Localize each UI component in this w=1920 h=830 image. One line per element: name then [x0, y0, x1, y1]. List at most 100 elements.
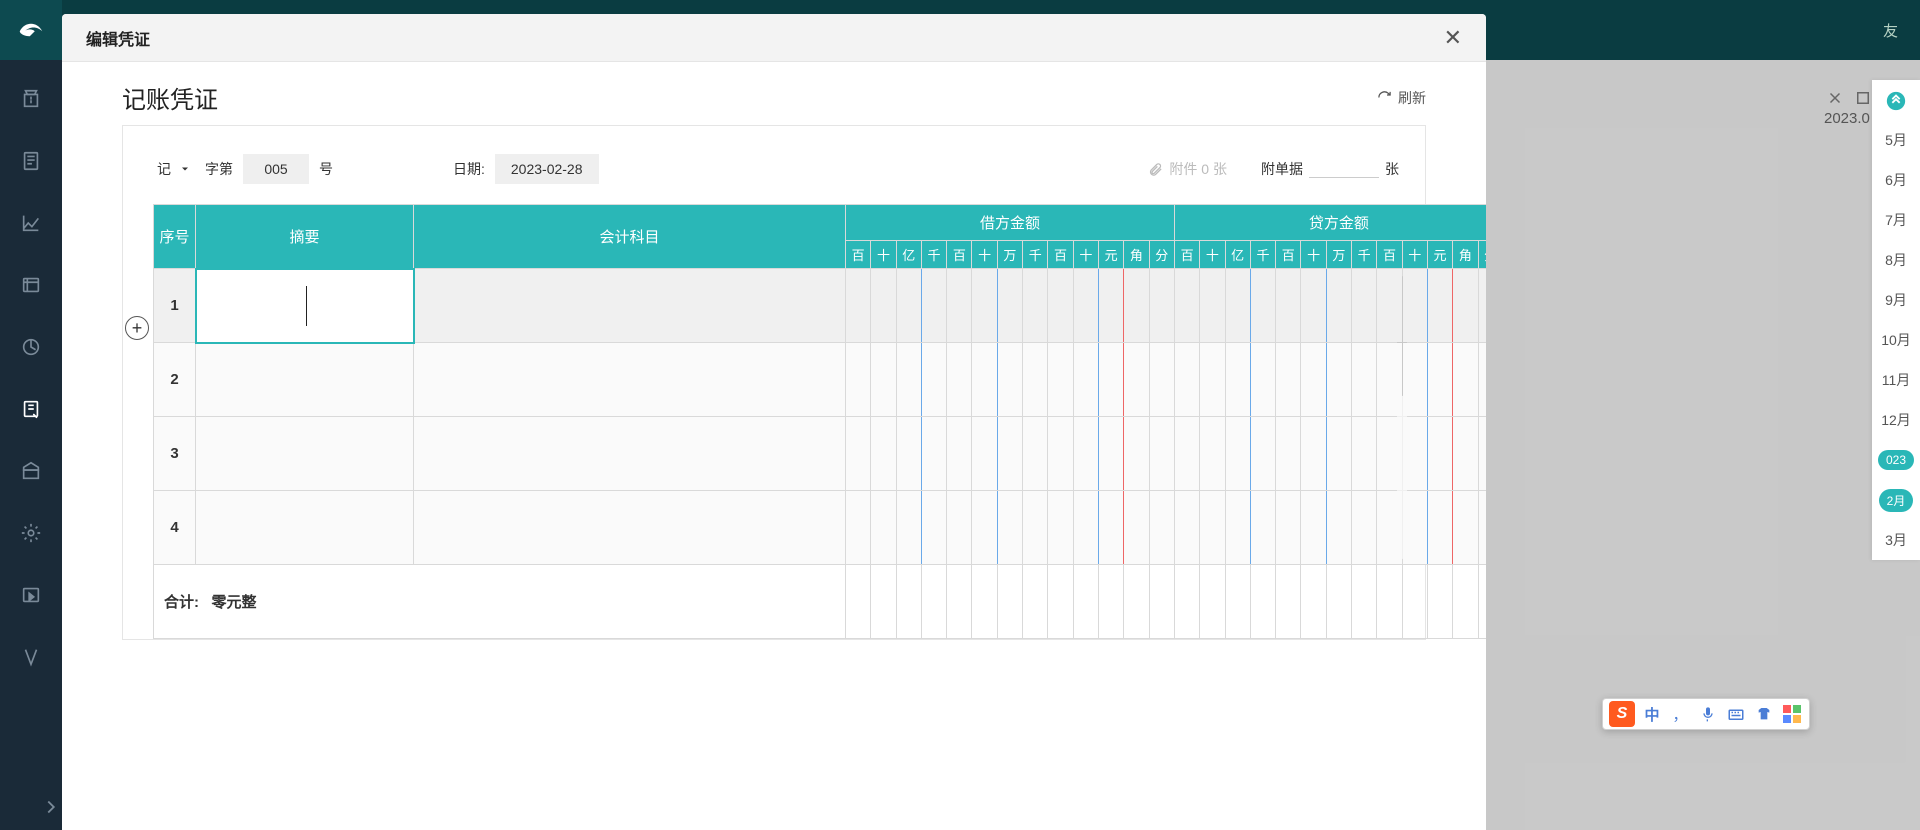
cell-credit-digit[interactable]: [1377, 343, 1402, 417]
sidebar-icon-5[interactable]: [20, 336, 42, 358]
cell-credit-digit[interactable]: [1402, 269, 1427, 343]
refresh-button[interactable]: 刷新: [1377, 88, 1426, 108]
cell-credit-digit[interactable]: [1352, 269, 1377, 343]
cell-credit-digit[interactable]: [1174, 343, 1199, 417]
cell-credit-digit[interactable]: [1427, 491, 1452, 565]
cell-credit-digit[interactable]: [1250, 269, 1275, 343]
cell-credit-digit[interactable]: [1478, 269, 1486, 343]
cell-debit-digit[interactable]: [972, 491, 997, 565]
cell-credit-digit[interactable]: [1200, 491, 1225, 565]
cell-debit-digit[interactable]: [1048, 491, 1073, 565]
cell-subject[interactable]: [414, 491, 846, 565]
cell-credit-digit[interactable]: [1301, 343, 1326, 417]
cell-debit-digit[interactable]: [1124, 269, 1149, 343]
period-item[interactable]: 8月: [1872, 240, 1920, 280]
cell-debit-digit[interactable]: [997, 491, 1022, 565]
cell-debit-digit[interactable]: [1023, 491, 1048, 565]
period-item[interactable]: 10月: [1872, 320, 1920, 360]
cell-credit-digit[interactable]: [1225, 491, 1250, 565]
cell-debit-digit[interactable]: [871, 343, 896, 417]
cell-debit-digit[interactable]: [896, 417, 921, 491]
sidebar-icon-8[interactable]: [20, 522, 42, 544]
close-icon[interactable]: ✕: [1444, 27, 1462, 49]
period-item[interactable]: 9月: [1872, 280, 1920, 320]
cell-debit-digit[interactable]: [871, 491, 896, 565]
cell-debit-digit[interactable]: [1149, 343, 1174, 417]
cell-debit-digit[interactable]: [921, 491, 946, 565]
cell-credit-digit[interactable]: [1352, 417, 1377, 491]
cell-debit-digit[interactable]: [1073, 269, 1098, 343]
sidebar-icon-7[interactable]: [20, 460, 42, 482]
cell-credit-digit[interactable]: [1250, 417, 1275, 491]
cell-credit-digit[interactable]: [1478, 417, 1486, 491]
cell-credit-digit[interactable]: [1174, 417, 1199, 491]
cell-summary[interactable]: [196, 417, 414, 491]
ime-keyboard-icon[interactable]: [1725, 703, 1747, 725]
bill-count-input[interactable]: [1309, 161, 1379, 178]
sidebar-icon-4[interactable]: [20, 274, 42, 296]
period-item[interactable]: 7月: [1872, 200, 1920, 240]
cell-debit-digit[interactable]: [947, 343, 972, 417]
cell-debit-digit[interactable]: [921, 269, 946, 343]
cell-credit-digit[interactable]: [1352, 491, 1377, 565]
cell-debit-digit[interactable]: [896, 269, 921, 343]
cell-credit-digit[interactable]: [1453, 417, 1478, 491]
ime-mic-icon[interactable]: [1697, 703, 1719, 725]
cell-credit-digit[interactable]: [1200, 343, 1225, 417]
cell-credit-digit[interactable]: [1276, 417, 1301, 491]
period-year-badge[interactable]: 023: [1872, 440, 1920, 480]
cell-debit-digit[interactable]: [896, 343, 921, 417]
cell-debit-digit[interactable]: [947, 417, 972, 491]
cell-debit-digit[interactable]: [871, 269, 896, 343]
cell-debit-digit[interactable]: [947, 269, 972, 343]
cell-debit-digit[interactable]: [1048, 269, 1073, 343]
ime-apps-icon[interactable]: [1781, 703, 1803, 725]
cell-credit-digit[interactable]: [1225, 417, 1250, 491]
cell-credit-digit[interactable]: [1402, 491, 1427, 565]
cell-debit-digit[interactable]: [1149, 417, 1174, 491]
cell-debit-digit[interactable]: [1124, 343, 1149, 417]
cell-debit-digit[interactable]: [846, 417, 871, 491]
cell-debit-digit[interactable]: [1098, 269, 1123, 343]
cell-debit-digit[interactable]: [1048, 343, 1073, 417]
cell-debit-digit[interactable]: [1073, 417, 1098, 491]
cell-credit-digit[interactable]: [1276, 491, 1301, 565]
cell-credit-digit[interactable]: [1301, 417, 1326, 491]
cell-debit-digit[interactable]: [1124, 491, 1149, 565]
cell-debit-digit[interactable]: [972, 269, 997, 343]
voucher-number-input[interactable]: 005: [243, 154, 309, 184]
cell-debit-digit[interactable]: [1124, 417, 1149, 491]
cell-debit-digit[interactable]: [1023, 269, 1048, 343]
cell-debit-digit[interactable]: [1023, 417, 1048, 491]
ime-lang-toggle[interactable]: 中: [1641, 703, 1663, 725]
cell-debit-digit[interactable]: [972, 417, 997, 491]
cell-credit-digit[interactable]: [1276, 269, 1301, 343]
cell-summary[interactable]: [196, 491, 414, 565]
attachment-link[interactable]: 附件 0 张: [1148, 159, 1227, 179]
cell-credit-digit[interactable]: [1352, 343, 1377, 417]
cell-credit-digit[interactable]: [1326, 491, 1351, 565]
cell-subject[interactable]: [414, 269, 846, 343]
cell-credit-digit[interactable]: [1326, 269, 1351, 343]
cell-subject[interactable]: [414, 417, 846, 491]
cell-summary[interactable]: [196, 269, 414, 343]
cell-debit-digit[interactable]: [871, 417, 896, 491]
cell-credit-digit[interactable]: [1301, 269, 1326, 343]
more-tab-icon[interactable]: [1854, 89, 1872, 107]
cell-debit-digit[interactable]: [921, 343, 946, 417]
cell-debit-digit[interactable]: [972, 343, 997, 417]
cell-debit-digit[interactable]: [1073, 343, 1098, 417]
cell-credit-digit[interactable]: [1478, 343, 1486, 417]
cell-credit-digit[interactable]: [1377, 491, 1402, 565]
period-item[interactable]: 12月: [1872, 400, 1920, 440]
sidebar-expand-icon[interactable]: [40, 796, 62, 818]
cell-credit-digit[interactable]: [1174, 491, 1199, 565]
cell-credit-digit[interactable]: [1453, 343, 1478, 417]
sidebar-icon-1[interactable]: [20, 88, 42, 110]
cell-debit-digit[interactable]: [1149, 269, 1174, 343]
voucher-type-select[interactable]: 记: [149, 155, 199, 183]
cell-credit-digit[interactable]: [1200, 269, 1225, 343]
cell-debit-digit[interactable]: [1149, 491, 1174, 565]
cell-debit-digit[interactable]: [997, 343, 1022, 417]
cell-credit-digit[interactable]: [1478, 491, 1486, 565]
